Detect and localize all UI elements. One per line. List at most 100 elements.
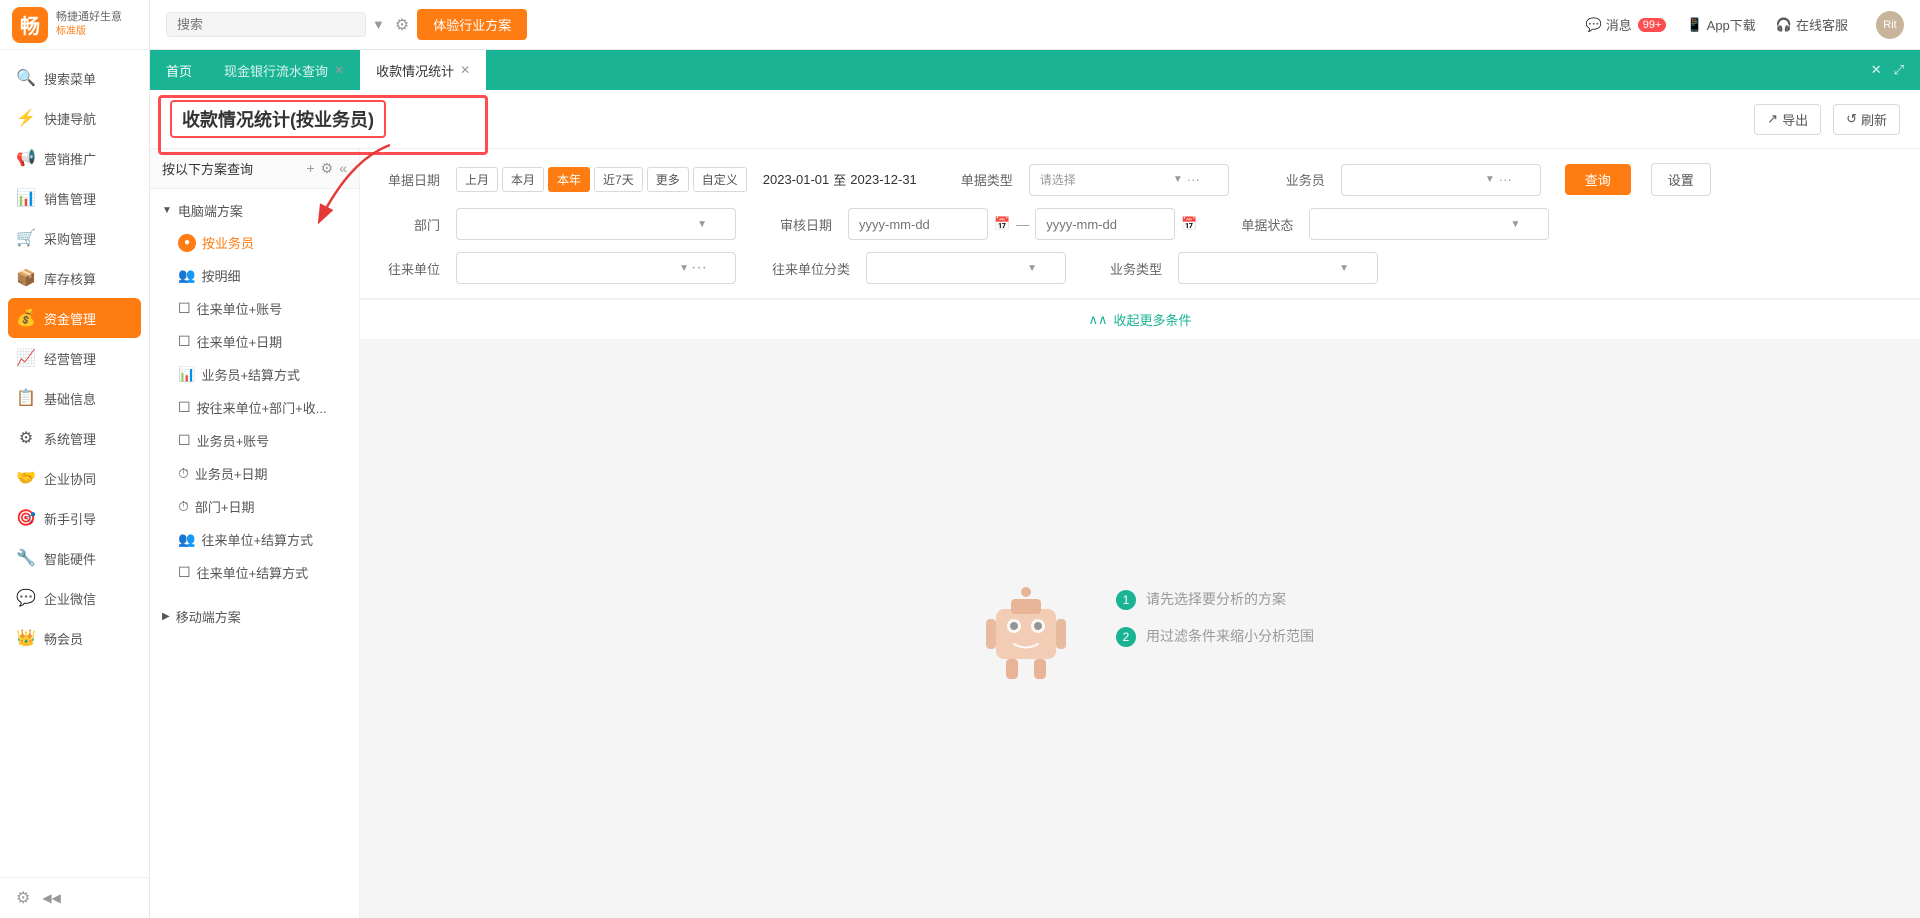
unit-date-icon: ☐ xyxy=(178,333,191,350)
doc-status-select[interactable]: ▼ xyxy=(1309,208,1549,240)
scheme-item-unit-account[interactable]: ☐ 往来单位+账号 xyxy=(150,292,359,325)
scheme-group-pc: ▼ 电脑端方案 ● 按业务员 👥 按明细 ☐ 往来单位+账号 ☐ 往来单位 xyxy=(150,189,359,595)
tab-close-all-icon[interactable]: ✕ xyxy=(1871,62,1882,78)
page-title: 收款情况统计(按业务员) xyxy=(170,100,386,138)
top-header: ▼ ⚙ 体验行业方案 💬 消息 99+ 📱 App下载 🎧 在线客服 Rit xyxy=(150,0,1920,50)
sidebar-item-marketing[interactable]: 📢 营销推广 xyxy=(0,138,149,178)
scheme-item-unit-settle1[interactable]: 👥 往来单位+结算方式 xyxy=(150,523,359,556)
partner-category-select[interactable]: ▼ xyxy=(866,252,1066,284)
page-header: 收款情况统计(按业务员) ↗ 导出 ↺ 刷新 xyxy=(150,90,1920,149)
partner-arrow-icon: ▼ xyxy=(679,263,689,274)
date-tab-custom[interactable]: 自定义 xyxy=(693,167,747,192)
empty-tip-2: 2 用过滤条件来缩小分析范围 xyxy=(1116,626,1314,647)
scheme-item-dept-date[interactable]: ⏱ 部门+日期 xyxy=(150,490,359,523)
filter-area: 单据日期 上月 本月 本年 近7天 更多 自定义 2023-01-01 至 20… xyxy=(360,149,1920,299)
refresh-button[interactable]: ↺ 刷新 xyxy=(1833,104,1900,135)
app-icon: 📱 xyxy=(1686,17,1702,33)
empty-state: 1 请先选择要分析的方案 2 用过滤条件来缩小分析范围 xyxy=(966,569,1314,689)
basic-icon: 📋 xyxy=(16,388,36,408)
sidebar-item-sales[interactable]: 📊 销售管理 xyxy=(0,178,149,218)
refresh-icon: ↺ xyxy=(1846,111,1857,127)
calendar-to-icon[interactable]: 📅 xyxy=(1181,216,1197,232)
settings-scheme-icon[interactable]: ⚙ xyxy=(321,160,334,177)
tab-home[interactable]: 首页 xyxy=(150,50,208,90)
scheme-item-by-detail[interactable]: 👥 按明细 xyxy=(150,259,359,292)
dept-date-icon: ⏱ xyxy=(178,498,189,515)
settings-bottom-icon[interactable]: ⚙ xyxy=(16,888,30,908)
dropdown-arrow-icon[interactable]: ▼ xyxy=(372,17,385,32)
sidebar-item-member[interactable]: 👑 畅会员 xyxy=(0,618,149,658)
audit-to-input[interactable] xyxy=(1035,208,1175,240)
sidebar-item-enterprise[interactable]: 🤝 企业协同 xyxy=(0,458,149,498)
export-icon: ↗ xyxy=(1767,111,1778,127)
sidebar-item-hardware[interactable]: 🔧 智能硬件 xyxy=(0,538,149,578)
header-gear-icon[interactable]: ⚙ xyxy=(395,15,409,35)
empty-tips: 1 请先选择要分析的方案 2 用过滤条件来缩小分析范围 xyxy=(1116,569,1314,647)
scheme-group-mobile-title[interactable]: ▶ 移动端方案 xyxy=(150,601,359,632)
date-tab-lastmonth[interactable]: 上月 xyxy=(456,167,498,192)
sidebar-item-system[interactable]: ⚙ 系统管理 xyxy=(0,418,149,458)
sidebar-toggle-icon[interactable]: ◀◀ xyxy=(42,891,60,905)
sidebar-item-quicknav[interactable]: ⚡ 快捷导航 xyxy=(0,98,149,138)
add-scheme-icon[interactable]: + xyxy=(306,160,314,177)
detail-icon: 👥 xyxy=(178,267,195,284)
biz-type-select[interactable]: ▼ xyxy=(1178,252,1378,284)
sidebar-item-inventory[interactable]: 📦 库存核算 xyxy=(0,258,149,298)
data-area: 1 请先选择要分析的方案 2 用过滤条件来缩小分析范围 xyxy=(360,339,1920,918)
online-service-item[interactable]: 🎧 在线客服 xyxy=(1776,15,1848,34)
left-panel-header: 按以下方案查询 + ⚙ « xyxy=(150,149,359,189)
message-item[interactable]: 💬 消息 99+ xyxy=(1586,15,1667,34)
wechat-icon: 💬 xyxy=(16,588,36,608)
collapse-button[interactable]: ∧∧ 收起更多条件 xyxy=(360,299,1920,339)
sidebar-item-guide[interactable]: 🎯 新手引导 xyxy=(0,498,149,538)
query-button[interactable]: 查询 xyxy=(1565,164,1631,195)
scheme-item-unit-dept[interactable]: ☐ 按往来单位+部门+收... xyxy=(150,391,359,424)
scheme-item-by-staff[interactable]: ● 按业务员 xyxy=(150,226,359,259)
tab-expand-icon[interactable]: ⤢ xyxy=(1894,62,1904,78)
expand-arrow-icon: ▼ xyxy=(162,205,172,216)
scheme-item-staff-date[interactable]: ⏱ 业务员+日期 xyxy=(150,457,359,490)
search-input[interactable] xyxy=(166,12,366,37)
calendar-from-icon[interactable]: 📅 xyxy=(994,216,1010,232)
audit-from-input[interactable] xyxy=(848,208,988,240)
partner-select[interactable]: ▼ ··· xyxy=(456,252,736,284)
partner-label: 往来单位 xyxy=(380,259,440,278)
logo-icon: 畅 xyxy=(12,7,48,43)
collapse-panel-icon[interactable]: « xyxy=(339,160,347,177)
app-download-item[interactable]: 📱 App下载 xyxy=(1686,15,1755,34)
tab-receipt-close[interactable]: ✕ xyxy=(460,63,470,77)
scheme-item-unit-settle2[interactable]: ☐ 往来单位+结算方式 xyxy=(150,556,359,589)
scheme-item-staff-settle[interactable]: 📊 业务员+结算方式 xyxy=(150,358,359,391)
staff-label: 业务员 xyxy=(1265,170,1325,189)
tab-bank[interactable]: 现金银行流水查询 ✕ xyxy=(208,50,360,90)
doc-type-more-icon[interactable]: ··· xyxy=(1187,172,1200,187)
partner-dots-icon[interactable]: ··· xyxy=(691,259,707,277)
staff-select[interactable]: ▼ ··· xyxy=(1341,164,1541,196)
tip-num-2: 2 xyxy=(1116,627,1136,647)
export-button[interactable]: ↗ 导出 xyxy=(1754,104,1821,135)
sidebar-item-search[interactable]: 🔍 搜索菜单 xyxy=(0,58,149,98)
date-tab-7days[interactable]: 近7天 xyxy=(594,167,643,192)
settings-button[interactable]: 设置 xyxy=(1651,163,1711,196)
sidebar-item-operation[interactable]: 📈 经营管理 xyxy=(0,338,149,378)
sidebar-item-wechat[interactable]: 💬 企业微信 xyxy=(0,578,149,618)
tab-bank-close[interactable]: ✕ xyxy=(334,63,344,77)
enterprise-icon: 🤝 xyxy=(16,468,36,488)
chevron-up-icon: ∧∧ xyxy=(1088,312,1107,328)
date-tab-more[interactable]: 更多 xyxy=(647,167,689,192)
scheme-item-staff-account[interactable]: ☐ 业务员+账号 xyxy=(150,424,359,457)
tab-receipt[interactable]: 收款情况统计 ✕ xyxy=(360,50,486,90)
date-tab-thisyear[interactable]: 本年 xyxy=(548,167,590,192)
scheme-group-pc-title[interactable]: ▼ 电脑端方案 xyxy=(150,195,359,226)
date-tab-thismonth[interactable]: 本月 xyxy=(502,167,544,192)
purchase-icon: 🛒 xyxy=(16,228,36,248)
scheme-item-unit-date[interactable]: ☐ 往来单位+日期 xyxy=(150,325,359,358)
sidebar-item-finance[interactable]: 💰 资金管理 xyxy=(8,298,141,338)
staff-more-icon[interactable]: ··· xyxy=(1499,172,1512,187)
user-avatar-item[interactable]: Rit xyxy=(1868,11,1904,39)
trial-button[interactable]: 体验行业方案 xyxy=(417,9,527,40)
dept-select[interactable]: ▼ xyxy=(456,208,736,240)
sidebar-item-purchase[interactable]: 🛒 采购管理 xyxy=(0,218,149,258)
doc-type-select[interactable]: 请选择 ▼ ··· xyxy=(1029,164,1229,196)
sidebar-item-basic[interactable]: 📋 基础信息 xyxy=(0,378,149,418)
